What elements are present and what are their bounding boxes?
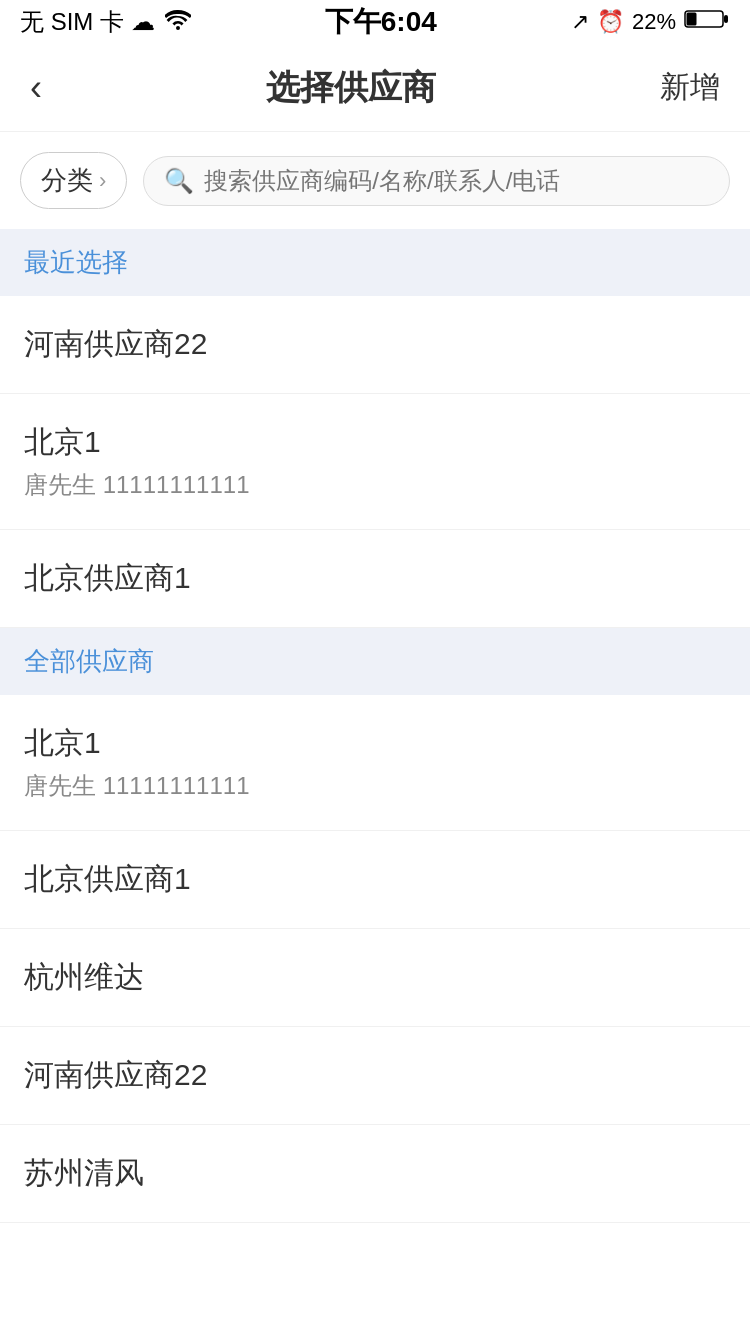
search-input[interactable] — [204, 167, 709, 195]
battery-icon — [684, 8, 730, 36]
search-bar: 分类 › 🔍 — [0, 132, 750, 229]
item-name: 河南供应商22 — [24, 324, 726, 365]
wifi-icon — [165, 8, 191, 36]
all-section-header: 全部供应商 — [0, 628, 750, 695]
item-name: 苏州清风 — [24, 1153, 726, 1194]
svg-rect-1 — [724, 15, 728, 23]
list-item[interactable]: 河南供应商22 — [0, 296, 750, 394]
back-button[interactable]: ‹ — [20, 57, 52, 119]
alarm-icon: ⏰ — [597, 9, 624, 35]
search-icon: 🔍 — [164, 167, 194, 195]
location-icon: ↗ — [571, 9, 589, 35]
sim-status: 无 SIM 卡 ☁ — [20, 6, 155, 38]
status-left: 无 SIM 卡 ☁ — [20, 6, 191, 38]
status-right: ↗ ⏰ 22% — [571, 8, 730, 36]
all-items-list: 北京1 唐先生 11111111111 北京供应商1 杭州维达河南供应商22 苏州清风 — [0, 695, 750, 1223]
add-button[interactable]: 新增 — [650, 57, 730, 118]
item-sub: 唐先生 11111111111 — [24, 469, 726, 501]
recent-section-label: 最近选择 — [24, 247, 128, 277]
item-sub: 唐先生 11111111111 — [24, 770, 726, 802]
list-item[interactable]: 北京1 唐先生 11111111111 — [0, 695, 750, 831]
recent-section-header: 最近选择 — [0, 229, 750, 296]
list-item[interactable]: 河南供应商22 — [0, 1027, 750, 1125]
battery-level: 22% — [632, 9, 676, 35]
list-item[interactable]: 杭州维达 — [0, 929, 750, 1027]
item-name: 北京供应商1 — [24, 859, 726, 900]
page-title: 选择供应商 — [266, 65, 436, 111]
chevron-right-icon: › — [99, 168, 106, 194]
item-name: 杭州维达 — [24, 957, 726, 998]
nav-bar: ‹ 选择供应商 新增 — [0, 44, 750, 132]
category-label: 分类 — [41, 163, 93, 198]
status-bar: 无 SIM 卡 ☁ 下午6:04 ↗ ⏰ 22% — [0, 0, 750, 44]
list-item[interactable]: 北京供应商1 — [0, 530, 750, 628]
item-name: 北京1 — [24, 723, 726, 764]
list-item[interactable]: 苏州清风 — [0, 1125, 750, 1223]
item-name: 北京1 — [24, 422, 726, 463]
list-item[interactable]: 北京1 唐先生 11111111111 — [0, 394, 750, 530]
item-name: 河南供应商22 — [24, 1055, 726, 1096]
search-input-wrap[interactable]: 🔍 — [143, 156, 730, 206]
all-section-label: 全部供应商 — [24, 646, 154, 676]
status-time: 下午6:04 — [325, 3, 437, 41]
list-item[interactable]: 北京供应商1 — [0, 831, 750, 929]
svg-rect-2 — [686, 13, 696, 26]
item-name: 北京供应商1 — [24, 558, 726, 599]
category-button[interactable]: 分类 › — [20, 152, 127, 209]
recent-items-list: 河南供应商22 北京1 唐先生 11111111111 北京供应商1 — [0, 296, 750, 628]
